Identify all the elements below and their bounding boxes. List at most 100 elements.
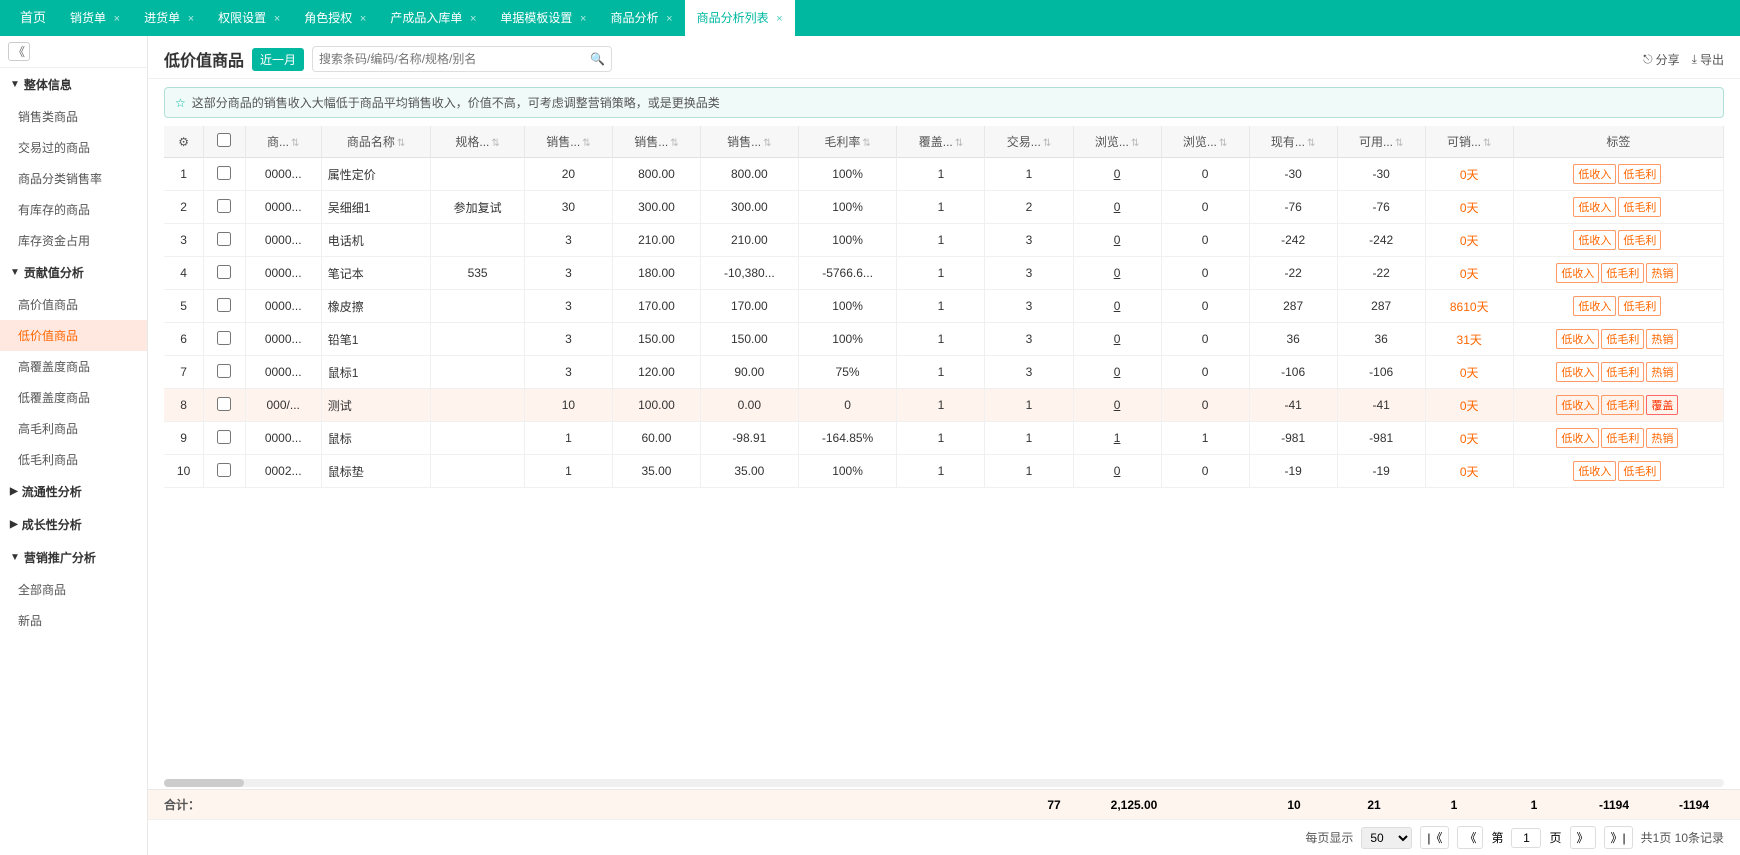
sidebar-section-contribution[interactable]: ▼ 贡献值分析 xyxy=(0,256,147,289)
sidebar-item-transacted[interactable]: 交易过的商品 xyxy=(0,132,147,163)
row-view1[interactable]: 0 xyxy=(1073,191,1161,224)
view1-link[interactable]: 0 xyxy=(1114,266,1121,280)
last-page-btn[interactable]: 》| xyxy=(1604,826,1633,849)
col-name[interactable]: 商品名称⇅ xyxy=(321,126,431,158)
sidebar-section-circulation[interactable]: ▶ 流通性分析 xyxy=(0,475,147,508)
row-select-checkbox[interactable] xyxy=(217,331,231,345)
nav-product-analysis-close[interactable]: × xyxy=(666,13,672,25)
nav-finished-goods[interactable]: 产成品入库单 × xyxy=(378,0,488,36)
col-spec[interactable]: 规格...⇅ xyxy=(431,126,525,158)
col-stock-current[interactable]: 现有...⇅ xyxy=(1249,126,1337,158)
sidebar-item-category-rate[interactable]: 商品分类销售率 xyxy=(0,163,147,194)
sidebar-section-overview[interactable]: ▼ 整体信息 xyxy=(0,68,147,101)
sidebar-section-growth[interactable]: ▶ 成长性分析 xyxy=(0,508,147,541)
nav-home[interactable]: 首页 xyxy=(8,0,58,36)
row-checkbox[interactable] xyxy=(204,191,245,224)
row-view1[interactable]: 0 xyxy=(1073,224,1161,257)
row-checkbox[interactable] xyxy=(204,356,245,389)
sidebar-item-low-margin[interactable]: 低毛利商品 xyxy=(0,444,147,475)
sidebar-item-new-products[interactable]: 新品 xyxy=(0,605,147,636)
select-all-checkbox[interactable] xyxy=(217,133,231,147)
row-checkbox[interactable] xyxy=(204,257,245,290)
col-gross-margin[interactable]: 毛利率⇅ xyxy=(798,126,897,158)
search-input-wrap[interactable]: 🔍 xyxy=(312,46,612,72)
sidebar-item-high-value[interactable]: 高价值商品 xyxy=(0,289,147,320)
col-transaction[interactable]: 交易...⇅ xyxy=(985,126,1073,158)
nav-permissions[interactable]: 权限设置 × xyxy=(206,0,292,36)
nav-finished-goods-close[interactable]: × xyxy=(470,13,476,25)
row-select-checkbox[interactable] xyxy=(217,397,231,411)
row-view1[interactable]: 0 xyxy=(1073,290,1161,323)
nav-sales-close[interactable]: × xyxy=(114,13,120,25)
col-view2[interactable]: 浏览...⇅ xyxy=(1161,126,1249,158)
row-select-checkbox[interactable] xyxy=(217,364,231,378)
row-select-checkbox[interactable] xyxy=(217,265,231,279)
col-sale-qty[interactable]: 销售...⇅ xyxy=(524,126,612,158)
page-number-input[interactable] xyxy=(1511,828,1541,848)
row-checkbox[interactable] xyxy=(204,389,245,422)
row-checkbox[interactable] xyxy=(204,290,245,323)
nav-template-settings-close[interactable]: × xyxy=(580,13,586,25)
nav-permissions-close[interactable]: × xyxy=(274,13,280,25)
nav-product-analysis-list[interactable]: 商品分析列表 × xyxy=(685,0,795,36)
sidebar-section-marketing[interactable]: ▼ 营销推广分析 xyxy=(0,541,147,574)
col-coverage[interactable]: 覆盖...⇅ xyxy=(897,126,985,158)
nav-sales[interactable]: 销货单 × xyxy=(58,0,132,36)
col-code[interactable]: 商...⇅ xyxy=(245,126,321,158)
nav-roles-close[interactable]: × xyxy=(360,13,366,25)
first-page-btn[interactable]: |《 xyxy=(1420,826,1449,849)
per-page-select[interactable]: 50 100 200 xyxy=(1361,827,1412,849)
nav-product-analysis[interactable]: 商品分析 × xyxy=(598,0,684,36)
view1-link[interactable]: 0 xyxy=(1114,167,1121,181)
row-checkbox[interactable] xyxy=(204,455,245,488)
row-view1[interactable]: 0 xyxy=(1073,158,1161,191)
row-checkbox[interactable] xyxy=(204,224,245,257)
col-settings[interactable]: ⚙ xyxy=(164,126,204,158)
col-sale-amount[interactable]: 销售...⇅ xyxy=(700,126,798,158)
view1-link[interactable]: 0 xyxy=(1114,464,1121,478)
row-checkbox[interactable] xyxy=(204,422,245,455)
export-btn[interactable]: ⤓ 导出 xyxy=(1692,51,1724,68)
row-view1[interactable]: 0 xyxy=(1073,323,1161,356)
nav-product-analysis-list-close[interactable]: × xyxy=(776,13,782,25)
view1-link[interactable]: 0 xyxy=(1114,398,1121,412)
nav-purchase-close[interactable]: × xyxy=(188,13,194,25)
view1-link[interactable]: 0 xyxy=(1114,365,1121,379)
col-stock-available[interactable]: 可用...⇅ xyxy=(1337,126,1425,158)
col-stock-saleable[interactable]: 可销...⇅ xyxy=(1425,126,1513,158)
row-select-checkbox[interactable] xyxy=(217,199,231,213)
search-input[interactable] xyxy=(319,52,590,66)
sidebar-item-stock-funds[interactable]: 库存资金占用 xyxy=(0,225,147,256)
next-page-btn[interactable]: 》 xyxy=(1570,826,1596,849)
view1-link[interactable]: 1 xyxy=(1114,431,1121,445)
row-select-checkbox[interactable] xyxy=(217,430,231,444)
sidebar-item-in-stock[interactable]: 有库存的商品 xyxy=(0,194,147,225)
view1-link[interactable]: 0 xyxy=(1114,200,1121,214)
nav-template-settings[interactable]: 单据模板设置 × xyxy=(488,0,598,36)
col-checkbox[interactable] xyxy=(204,126,245,158)
col-sale-price[interactable]: 销售...⇅ xyxy=(612,126,700,158)
sidebar-item-sales-products[interactable]: 销售类商品 xyxy=(0,101,147,132)
col-view1[interactable]: 浏览...⇅ xyxy=(1073,126,1161,158)
view1-link[interactable]: 0 xyxy=(1114,233,1121,247)
filter-period-btn[interactable]: 近一月 xyxy=(252,48,304,71)
row-select-checkbox[interactable] xyxy=(217,232,231,246)
sidebar-collapse-btn[interactable]: 《 xyxy=(8,42,30,61)
col-tag[interactable]: 标签 xyxy=(1513,126,1723,158)
scroll-thumb[interactable] xyxy=(164,779,244,787)
row-view1[interactable]: 0 xyxy=(1073,455,1161,488)
sidebar-item-all-products[interactable]: 全部商品 xyxy=(0,574,147,605)
view1-link[interactable]: 0 xyxy=(1114,332,1121,346)
row-select-checkbox[interactable] xyxy=(217,463,231,477)
share-btn[interactable]: ⎋ 分享 xyxy=(1643,51,1680,68)
view1-link[interactable]: 0 xyxy=(1114,299,1121,313)
sidebar-item-low-value[interactable]: 低价值商品 xyxy=(0,320,147,351)
prev-page-btn[interactable]: 《 xyxy=(1457,826,1483,849)
sidebar-item-low-coverage[interactable]: 低覆盖度商品 xyxy=(0,382,147,413)
row-checkbox[interactable] xyxy=(204,323,245,356)
sidebar-item-high-coverage[interactable]: 高覆盖度商品 xyxy=(0,351,147,382)
sidebar-item-high-margin[interactable]: 高毛利商品 xyxy=(0,413,147,444)
row-select-checkbox[interactable] xyxy=(217,166,231,180)
row-select-checkbox[interactable] xyxy=(217,298,231,312)
row-view1[interactable]: 0 xyxy=(1073,389,1161,422)
